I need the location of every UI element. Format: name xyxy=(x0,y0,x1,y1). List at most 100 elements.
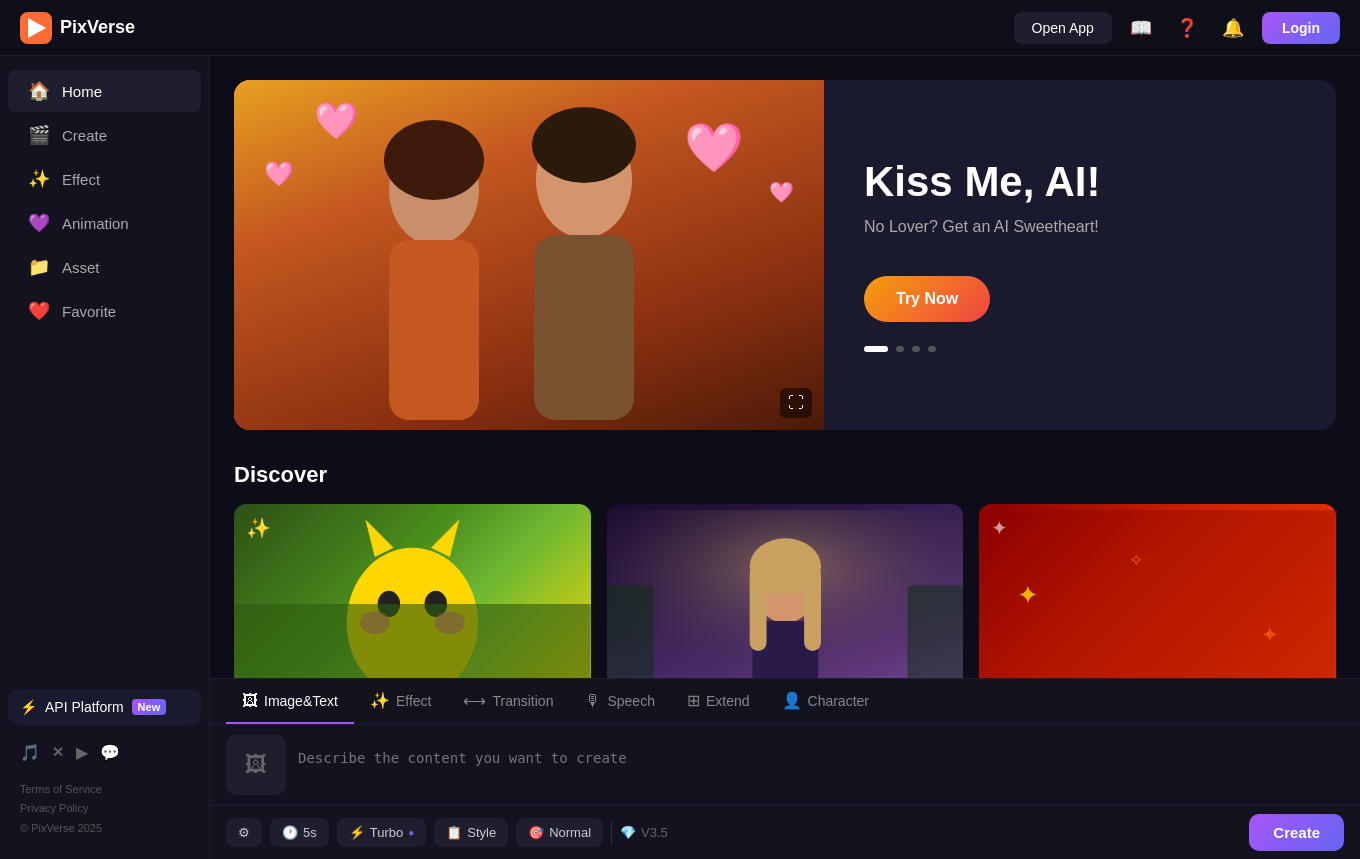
hero-image: 🩷 🩷 🩷 🩷 xyxy=(234,80,824,430)
tab-extend[interactable]: ⊞ Extend xyxy=(671,679,766,724)
tab-character-label: Character xyxy=(808,693,869,709)
svg-point-7 xyxy=(532,107,636,183)
mode-label: Normal xyxy=(549,825,591,840)
tab-speech[interactable]: 🎙 Speech xyxy=(569,679,670,724)
notification-icon-button[interactable]: 🔔 xyxy=(1216,11,1250,45)
api-icon: ⚡ xyxy=(20,699,37,715)
tab-extend-label: Extend xyxy=(706,693,750,709)
logo-text: PixVerse xyxy=(60,17,135,38)
tab-effect[interactable]: ✨ Effect xyxy=(354,679,448,724)
mode-icon: 🎯 xyxy=(528,825,544,840)
svg-text:✧: ✧ xyxy=(1129,551,1143,570)
tab-transition[interactable]: ⟷ Transition xyxy=(447,679,569,724)
svg-point-4 xyxy=(384,120,484,200)
duration-button[interactable]: 🕐 5s xyxy=(270,818,329,847)
divider xyxy=(611,821,612,845)
hero-dot-1[interactable] xyxy=(864,346,888,352)
creation-body: 🖼 xyxy=(210,725,1360,805)
sidebar-footer: Terms of Service Privacy Policy © PixVer… xyxy=(0,772,209,847)
tab-extend-icon: ⊞ xyxy=(687,691,700,710)
favorite-icon: ❤️ xyxy=(28,300,50,322)
try-now-button[interactable]: Try Now xyxy=(864,276,990,322)
create-button[interactable]: Create xyxy=(1249,814,1344,851)
style-label: Style xyxy=(467,825,496,840)
sidebar-item-home[interactable]: 🏠 Home xyxy=(8,70,201,112)
youtube-icon[interactable]: ▶ xyxy=(76,743,88,762)
discord-icon[interactable]: 💬 xyxy=(100,743,120,762)
privacy-link[interactable]: Privacy Policy xyxy=(20,799,189,819)
open-app-button[interactable]: Open App xyxy=(1014,12,1112,44)
turbo-button[interactable]: ⚡ Turbo ● xyxy=(337,818,427,847)
help-icon-button[interactable]: ❓ xyxy=(1170,11,1204,45)
tab-effect-label: Effect xyxy=(396,693,432,709)
svg-text:✦: ✦ xyxy=(1261,623,1279,646)
upload-icon: 🖼 xyxy=(245,752,267,778)
svg-marker-12 xyxy=(431,520,459,558)
sidebar-item-label-animation: Animation xyxy=(62,215,129,232)
sidebar-api-platform[interactable]: ⚡ API Platform New xyxy=(8,689,201,725)
hero-banner: 🩷 🩷 🩷 🩷 xyxy=(234,80,1336,430)
expand-button[interactable]: ⛶ xyxy=(780,388,812,418)
image-text-icon: 🖼 xyxy=(242,692,258,710)
svg-text:✦: ✦ xyxy=(1017,580,1039,610)
turbo-icon: ⚡ xyxy=(349,825,365,840)
turbo-label: Turbo xyxy=(370,825,403,840)
hero-dot-3[interactable] xyxy=(912,346,920,352)
copyright-text: © PixVerse 2025 xyxy=(20,819,189,839)
sidebar-item-favorite[interactable]: ❤️ Favorite xyxy=(8,290,201,332)
twitter-icon[interactable]: ✕ xyxy=(52,744,64,760)
sidebar-item-label-home: Home xyxy=(62,83,102,100)
tab-image-text[interactable]: 🖼 Image&Text xyxy=(226,679,354,724)
hero-title: Kiss Me, AI! xyxy=(864,158,1296,206)
sidebar-item-effect[interactable]: ✨ Effect xyxy=(8,158,201,200)
topnav-right: Open App 📖 ❓ 🔔 Login xyxy=(1014,11,1340,45)
sidebar: 🏠 Home 🎬 Create ✨ Effect 💜 Animation 📁 A… xyxy=(0,56,210,859)
discover-card-3[interactable]: ✦ ✦ ✧ ✦ xyxy=(979,504,1336,704)
terms-link[interactable]: Terms of Service xyxy=(20,780,189,800)
tiktok-icon[interactable]: 🎵 xyxy=(20,743,40,762)
creation-textarea[interactable] xyxy=(298,745,1344,785)
version-icon: 💎 xyxy=(620,825,636,840)
mode-button[interactable]: 🎯 Normal xyxy=(516,818,603,847)
sidebar-item-label-effect: Effect xyxy=(62,171,100,188)
svg-rect-21 xyxy=(804,566,821,650)
login-button[interactable]: Login xyxy=(1262,12,1340,44)
hero-subtitle: No Lover? Get an AI Sweetheart! xyxy=(864,218,1296,236)
hero-dot-4[interactable] xyxy=(928,346,936,352)
settings-button[interactable]: ⚙ xyxy=(226,818,262,847)
home-icon: 🏠 xyxy=(28,80,50,102)
style-button[interactable]: 📋 Style xyxy=(434,818,508,847)
sidebar-item-asset[interactable]: 📁 Asset xyxy=(8,246,201,288)
effect-icon: ✨ xyxy=(28,168,50,190)
tab-character[interactable]: 👤 Character xyxy=(766,679,885,724)
style-icon: 📋 xyxy=(446,825,462,840)
hero-dots xyxy=(864,346,1296,352)
tab-transition-label: Transition xyxy=(492,693,553,709)
sidebar-item-animation[interactable]: 💜 Animation xyxy=(8,202,201,244)
settings-icon: ⚙ xyxy=(238,825,250,840)
creation-panel: 🖼 Image&Text ✨ Effect ⟷ Transition 🎙 Spe… xyxy=(210,678,1360,859)
topnav: PixVerse Open App 📖 ❓ 🔔 Login xyxy=(0,0,1360,56)
creation-tabs: 🖼 Image&Text ✨ Effect ⟷ Transition 🎙 Spe… xyxy=(210,679,1360,725)
tab-speech-label: Speech xyxy=(607,693,654,709)
sidebar-item-label-create: Create xyxy=(62,127,107,144)
sidebar-item-label-favorite: Favorite xyxy=(62,303,116,320)
discover-card-1[interactable]: ✨ xyxy=(234,504,591,704)
api-badge: New xyxy=(132,699,167,715)
svg-marker-11 xyxy=(365,520,393,558)
clock-icon: 🕐 xyxy=(282,825,298,840)
hero-text: Kiss Me, AI! No Lover? Get an AI Sweethe… xyxy=(824,80,1336,430)
discover-card-2[interactable] xyxy=(607,504,964,704)
image-upload-area[interactable]: 🖼 xyxy=(226,735,286,795)
duration-label: 5s xyxy=(303,825,317,840)
turbo-badge: ● xyxy=(408,827,414,838)
svg-rect-6 xyxy=(534,235,634,420)
sidebar-item-create[interactable]: 🎬 Create xyxy=(8,114,201,156)
book-icon-button[interactable]: 📖 xyxy=(1124,11,1158,45)
svg-rect-3 xyxy=(389,240,479,420)
tab-image-text-label: Image&Text xyxy=(264,693,338,709)
logo[interactable]: PixVerse xyxy=(20,12,135,44)
creation-bottom-bar: ⚙ 🕐 5s ⚡ Turbo ● 📋 Style 🎯 Normal 💎 V3.5… xyxy=(210,805,1360,859)
hero-dot-2[interactable] xyxy=(896,346,904,352)
sidebar-nav: 🏠 Home 🎬 Create ✨ Effect 💜 Animation 📁 A… xyxy=(0,68,209,681)
